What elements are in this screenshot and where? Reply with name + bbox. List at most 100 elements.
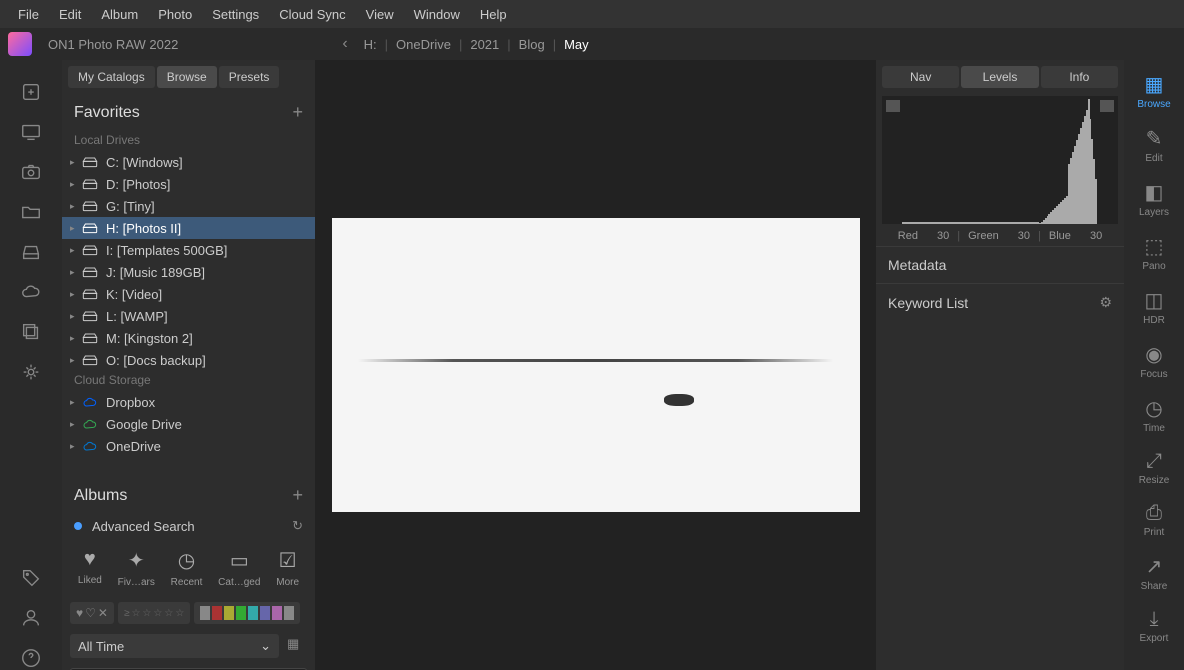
sparkle-icon[interactable] (19, 360, 43, 384)
breadcrumb-part[interactable]: 2021 (466, 37, 503, 52)
quick-more[interactable]: ☑More (276, 548, 299, 588)
quick-liked[interactable]: ♥Liked (78, 548, 102, 588)
back-icon[interactable]: ‹ (338, 35, 351, 53)
smart-album-label: Advanced Search (92, 519, 195, 534)
drive-item[interactable]: ▸L: [WAMP] (62, 305, 315, 327)
mode-focus[interactable]: ◉Focus (1136, 338, 1171, 384)
dot-icon (74, 522, 82, 530)
mode-export[interactable]: ⤓Export (1136, 604, 1173, 648)
tab-presets[interactable]: Presets (219, 66, 280, 88)
breadcrumb-part[interactable]: OneDrive (392, 37, 455, 52)
tab-my-catalogs[interactable]: My Catalogs (68, 66, 155, 88)
highlight-clip-icon[interactable] (1100, 100, 1114, 112)
add-favorite-icon[interactable]: + (292, 102, 303, 123)
menu-file[interactable]: File (8, 7, 49, 22)
mode-layers[interactable]: ◧Layers (1135, 176, 1173, 222)
cloud-item[interactable]: ▸Dropbox (62, 391, 315, 413)
menu-settings[interactable]: Settings (202, 7, 269, 22)
drive-item[interactable]: ▸I: [Templates 500GB] (62, 239, 315, 261)
breadcrumb-part[interactable]: Blog (515, 37, 549, 52)
app-logo (8, 32, 32, 56)
mode-time[interactable]: ◷Time (1139, 392, 1169, 438)
chevron-right-icon: ▸ (70, 157, 82, 168)
cloud-storage-label: Cloud Storage (62, 371, 315, 391)
like-filter[interactable]: ♥♡✕ (70, 602, 114, 624)
pano-icon: ⬚ (1145, 234, 1164, 259)
quick-fiv…ars[interactable]: ✦Fiv…ars (118, 548, 155, 588)
chevron-right-icon: ▸ (70, 267, 82, 278)
edit-icon: ✎ (1146, 126, 1163, 151)
time-filter-dropdown[interactable]: All Time ⌄ (70, 634, 279, 658)
drive-item[interactable]: ▸K: [Video] (62, 283, 315, 305)
mode-edit[interactable]: ✎Edit (1141, 122, 1166, 168)
folder-icon[interactable] (19, 200, 43, 224)
histogram[interactable] (882, 96, 1118, 224)
mode-share[interactable]: ↗Share (1137, 550, 1172, 596)
drive-icon (82, 331, 100, 345)
keyword-section[interactable]: Keyword List ⚙ (876, 283, 1124, 321)
drive-item[interactable]: ▸H: [Photos II] (62, 217, 315, 239)
drive-item[interactable]: ▸J: [Music 189GB] (62, 261, 315, 283)
menu-album[interactable]: Album (91, 7, 148, 22)
drive-item[interactable]: ▸G: [Tiny] (62, 195, 315, 217)
rating-filter[interactable]: ≥☆☆☆☆☆ (118, 602, 190, 624)
title-bar: ON1 Photo RAW 2022 ‹ H: |OneDrive|2021|B… (0, 28, 1184, 60)
rtab-nav[interactable]: Nav (882, 66, 959, 88)
app-title: ON1 Photo RAW 2022 (48, 37, 178, 52)
drive-item[interactable]: ▸D: [Photos] (62, 173, 315, 195)
mode-browse[interactable]: ▦Browse (1133, 68, 1174, 114)
quick-recent[interactable]: ◷Recent (171, 548, 203, 588)
metadata-section[interactable]: Metadata (876, 246, 1124, 283)
drive-icon (82, 199, 100, 213)
monitor-icon[interactable] (19, 120, 43, 144)
calendar-icon[interactable]: ▦ (287, 636, 307, 656)
chevron-right-icon: ▸ (70, 223, 82, 234)
add-icon[interactable] (19, 80, 43, 104)
menu-window[interactable]: Window (404, 7, 470, 22)
drive-item[interactable]: ▸O: [Docs backup] (62, 349, 315, 371)
rtab-levels[interactable]: Levels (961, 66, 1038, 88)
tab-browse[interactable]: Browse (157, 66, 217, 88)
color-filter[interactable] (194, 602, 300, 624)
menu-edit[interactable]: Edit (49, 7, 91, 22)
tag-icon[interactable] (19, 566, 43, 590)
shadow-clip-icon[interactable] (886, 100, 900, 112)
menu-help[interactable]: Help (470, 7, 517, 22)
mode-hdr[interactable]: ◫HDR (1139, 284, 1169, 330)
right-tabs: NavLevelsInfo (876, 60, 1124, 94)
refresh-icon[interactable]: ↻ (292, 518, 303, 534)
user-icon[interactable] (19, 606, 43, 630)
rtab-info[interactable]: Info (1041, 66, 1118, 88)
smart-album[interactable]: Advanced Search ↻ (62, 514, 315, 538)
drive-icon[interactable] (19, 240, 43, 264)
chevron-right-icon: ▸ (70, 333, 82, 344)
sidebar-tabs: My CatalogsBrowsePresets (62, 60, 315, 94)
help-icon[interactable] (19, 646, 43, 670)
chevron-right-icon: ▸ (70, 397, 82, 408)
chevron-right-icon: ▸ (70, 419, 82, 430)
mode-resize[interactable]: ⤢Resize (1135, 446, 1174, 490)
cloud-icon[interactable] (19, 280, 43, 304)
cloud-item[interactable]: ▸OneDrive (62, 435, 315, 457)
drive-item[interactable]: ▸C: [Windows] (62, 151, 315, 173)
menu-cloud-sync[interactable]: Cloud Sync (269, 7, 355, 22)
layers-icon: ◧ (1145, 180, 1164, 205)
breadcrumb-part[interactable]: May (560, 37, 593, 52)
menu-photo[interactable]: Photo (148, 7, 202, 22)
breadcrumb-root[interactable]: H: (360, 37, 381, 52)
mode-print[interactable]: ⎙Print (1140, 498, 1169, 542)
menu-view[interactable]: View (356, 7, 404, 22)
add-album-icon[interactable]: + (292, 485, 303, 506)
photo-viewer[interactable] (315, 60, 876, 670)
camera-icon[interactable] (19, 160, 43, 184)
cloud-tree: ▸Dropbox▸Google Drive▸OneDrive (62, 391, 315, 457)
stack-icon[interactable] (19, 320, 43, 344)
drive-item[interactable]: ▸M: [Kingston 2] (62, 327, 315, 349)
right-panel: NavLevelsInfo Red 30 | Green 30 | Blue 3… (876, 60, 1124, 670)
mode-pano[interactable]: ⬚Pano (1138, 230, 1169, 276)
quick-cat…ged[interactable]: ▭Cat…ged (218, 548, 260, 588)
drive-icon (82, 221, 100, 235)
cloud-item[interactable]: ▸Google Drive (62, 413, 315, 435)
favorites-title: Favorites (74, 104, 140, 122)
gear-icon[interactable]: ⚙ (1099, 294, 1112, 311)
